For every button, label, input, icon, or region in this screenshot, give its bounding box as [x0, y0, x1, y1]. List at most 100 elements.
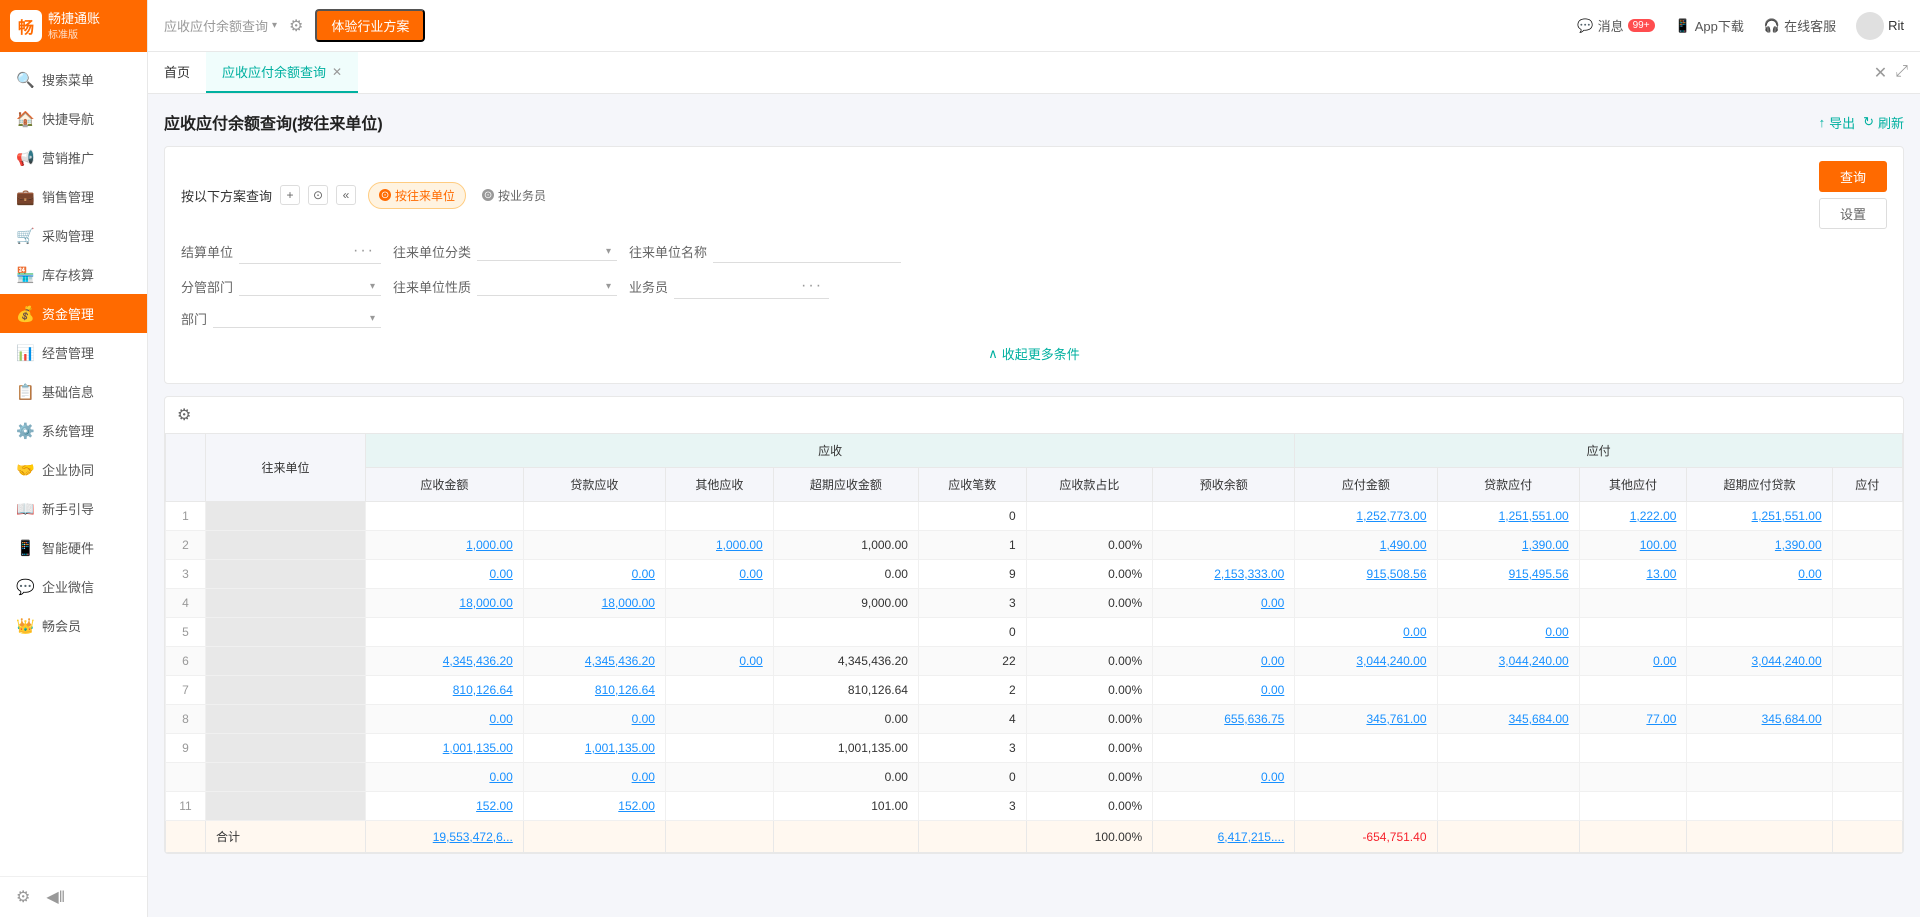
- partner-name-input[interactable]: [713, 241, 901, 263]
- col-ap-amount: 应付金额: [1295, 468, 1437, 502]
- settlement-input[interactable]: ···: [239, 239, 381, 264]
- system-label: 系统管理: [42, 421, 94, 440]
- page-title: 应收应付余额查询(按往来单位): [164, 110, 383, 134]
- tab-bar-right: ✕ ⤢: [1874, 63, 1920, 83]
- sidebar-item-guide[interactable]: 📖 新手引导: [0, 489, 147, 528]
- export-button[interactable]: ↑ 导出: [1819, 113, 1856, 132]
- staff-label: 业务员: [629, 277, 668, 296]
- subdept-arrow: ▾: [370, 313, 375, 324]
- refresh-button[interactable]: ↻ 刷新: [1863, 113, 1904, 132]
- user-avatar: [1856, 12, 1884, 40]
- tab-ar-ap-query[interactable]: 应收应付余额查询 ✕: [206, 52, 358, 93]
- sidebar-item-quick-nav[interactable]: 🏠 快捷导航: [0, 99, 147, 138]
- wechat-label: 企业微信: [42, 577, 94, 596]
- header: 应收应付余额查询 ▾ ⚙ 体验行业方案 💬 消息 99+ 📱 App下载 🎧 在…: [148, 0, 1920, 52]
- footer-ar-other: [665, 821, 773, 853]
- table-row: 91,001,135.001,001,135.001,001,135.0030.…: [166, 734, 1903, 763]
- marketing-icon: 📢: [16, 149, 34, 167]
- partner-type-arrow: ▾: [606, 246, 611, 257]
- service-button[interactable]: 🎧 在线客服: [1764, 16, 1836, 35]
- sidebar-item-hardware[interactable]: 📱 智能硬件: [0, 528, 147, 567]
- window-maximize-icon[interactable]: ⤢: [1895, 63, 1908, 83]
- sidebar-item-system[interactable]: ⚙️ 系统管理: [0, 411, 147, 450]
- scheme-label-partner: 按往来单位: [395, 187, 455, 204]
- col-ap-loan: 贷款应付: [1437, 468, 1579, 502]
- table-scroll-container[interactable]: 往来单位 应收 应付 应收金额 贷款应收 其他应收 超期应收金额 应收笔数 应收…: [165, 433, 1903, 853]
- logo-text: 畅捷通账: [48, 11, 100, 27]
- filter-field-staff: 业务员 ···: [629, 274, 829, 299]
- filter-collapse-scheme-btn[interactable]: «: [336, 185, 356, 205]
- table-footer-row: 合计 19,553,472,6... 100.00% 6,417,215....…: [166, 821, 1903, 853]
- filter-add-button[interactable]: +: [280, 185, 300, 205]
- col-no-header: [166, 434, 206, 502]
- partner-nature-input[interactable]: ▾: [477, 278, 617, 296]
- collapse-more-btn[interactable]: ∧ 收起更多条件: [181, 338, 1887, 369]
- col-ar-prepay: 预收余额: [1153, 468, 1295, 502]
- scheme-item-partner[interactable]: ⊙ 按往来单位: [368, 182, 466, 209]
- window-close-icon[interactable]: ✕: [1874, 63, 1887, 83]
- scheme-item-staff[interactable]: ⊙ 按业务员: [472, 183, 556, 208]
- operation-icon: 📊: [16, 344, 34, 362]
- partner-nature-arrow: ▾: [606, 281, 611, 292]
- download-button[interactable]: 📱 App下载: [1675, 16, 1744, 35]
- hardware-label: 智能硬件: [42, 538, 94, 557]
- settings-button[interactable]: 设置: [1819, 198, 1887, 229]
- breadcrumb-text: 应收应付余额查询: [164, 16, 268, 35]
- sidebar-item-search-menu[interactable]: 🔍 搜索菜单: [0, 60, 147, 99]
- sidebar-item-member[interactable]: 👑 畅会员: [0, 606, 147, 645]
- sidebar-item-wechat[interactable]: 💬 企业微信: [0, 567, 147, 606]
- sales-icon: 💼: [16, 188, 34, 206]
- header-breadcrumb: 应收应付余额查询 ▾: [164, 16, 277, 35]
- table-settings-icon[interactable]: ⚙: [177, 405, 191, 425]
- tab-home[interactable]: 首页: [148, 52, 206, 93]
- table-row: 21,000.001,000.001,000.0010.00%1,490.001…: [166, 531, 1903, 560]
- sidebar-item-collab[interactable]: 🤝 企业协同: [0, 450, 147, 489]
- filter-section-label: 按以下方案查询 + ⊙ «: [181, 185, 356, 205]
- partner-type-input[interactable]: ▾: [477, 243, 617, 261]
- settings-bottom-icon[interactable]: ⚙: [16, 887, 30, 907]
- col-ar-loan: 贷款应收: [523, 468, 665, 502]
- subdept-label: 部门: [181, 309, 207, 328]
- service-label: 在线客服: [1784, 16, 1836, 35]
- filter-field-dept: 分管部门 ▾: [181, 277, 381, 296]
- query-button[interactable]: 查询: [1819, 161, 1887, 192]
- logo-icon: 畅: [10, 10, 42, 42]
- finance-label: 资金管理: [42, 304, 94, 323]
- member-icon: 👑: [16, 617, 34, 635]
- sidebar-item-sales[interactable]: 💼 销售管理: [0, 177, 147, 216]
- dept-input[interactable]: ▾: [239, 278, 381, 296]
- user-button[interactable]: Rit: [1856, 12, 1904, 40]
- breadcrumb-arrow: ▾: [272, 20, 277, 31]
- sidebar-item-operation[interactable]: 📊 经营管理: [0, 333, 147, 372]
- sidebar-item-purchase[interactable]: 🛒 采购管理: [0, 216, 147, 255]
- search-menu-icon: 🔍: [16, 71, 34, 89]
- col-ar-amount: 应收金额: [366, 468, 524, 502]
- collapse-bottom-icon[interactable]: ◀‖: [46, 887, 65, 907]
- subdept-input[interactable]: ▾: [213, 310, 381, 328]
- staff-input[interactable]: ···: [674, 274, 829, 299]
- tab-ar-ap-label: 应收应付余额查询: [222, 62, 326, 81]
- service-icon: 🎧: [1764, 18, 1780, 34]
- promo-button[interactable]: 体验行业方案: [315, 9, 425, 42]
- footer-ap-overdue: [1687, 821, 1832, 853]
- download-label: App下载: [1695, 16, 1744, 35]
- tab-close-icon[interactable]: ✕: [332, 65, 342, 79]
- footer-ar-prepay[interactable]: 6,417,215....: [1153, 821, 1295, 853]
- operation-label: 经营管理: [42, 343, 94, 362]
- sidebar-item-basic[interactable]: 📋 基础信息: [0, 372, 147, 411]
- user-label: Rit: [1888, 18, 1904, 33]
- sidebar-item-finance[interactable]: 💰 资金管理: [0, 294, 147, 333]
- refresh-label: 刷新: [1878, 113, 1904, 132]
- notice-button[interactable]: 💬 消息 99+: [1577, 16, 1654, 35]
- sidebar-item-marketing[interactable]: 📢 营销推广: [0, 138, 147, 177]
- partner-name-label: 往来单位名称: [629, 242, 707, 261]
- dept-arrow: ▾: [370, 281, 375, 292]
- quick-nav-label: 快捷导航: [42, 109, 94, 128]
- inventory-label: 库存核算: [42, 265, 94, 284]
- header-gear-icon[interactable]: ⚙: [289, 16, 303, 36]
- page-actions: ↑ 导出 ↻ 刷新: [1819, 113, 1904, 132]
- filter-setting-button[interactable]: ⊙: [308, 185, 328, 205]
- footer-ar-amount[interactable]: 19,553,472,6...: [366, 821, 524, 853]
- col-ar-ratio: 应收款占比: [1026, 468, 1152, 502]
- sidebar-item-inventory[interactable]: 🏪 库存核算: [0, 255, 147, 294]
